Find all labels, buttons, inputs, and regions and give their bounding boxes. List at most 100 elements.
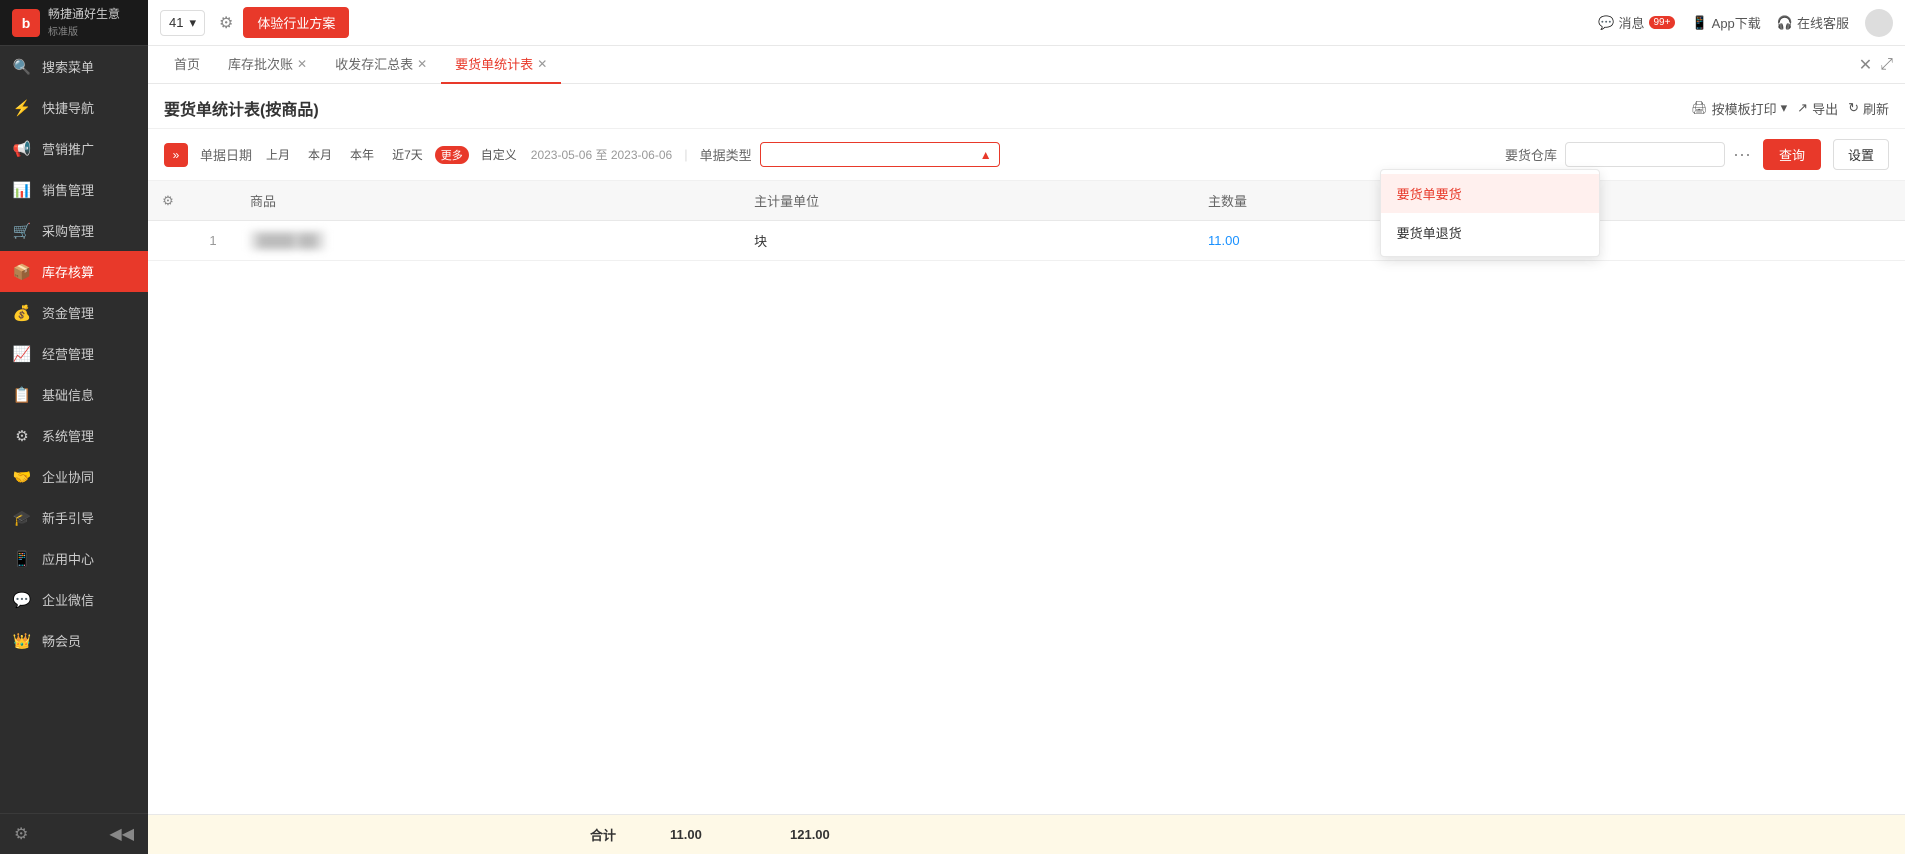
print-template-btn[interactable]: 🖨 按模板打印 ▾: [1691, 99, 1787, 118]
sidebar: b 畅捷通好生意 标准版 🔍 搜索菜单 ⚡ 快捷导航 📢 营销推广 📊 销售管理…: [0, 0, 148, 854]
footer-quantity-total: 11.00: [670, 827, 790, 842]
footer-amount-total: 121.00: [790, 827, 830, 842]
close-tab-inventory-batch[interactable]: ✕: [297, 57, 307, 71]
table-header-row: ⚙ 商品 主计量单位 主数量 零售金额: [148, 181, 1905, 221]
shortcut-custom[interactable]: 自定义: [475, 144, 523, 165]
date-range-text: 2023-05-06 至 2023-06-06: [531, 146, 672, 163]
tab-shipment-summary[interactable]: 收发存汇总表 ✕: [321, 46, 441, 84]
inventory-icon: 📦: [12, 263, 32, 281]
tab-order-stats[interactable]: 要货单统计表 ✕: [441, 46, 561, 84]
sidebar-item-vip[interactable]: 👑 畅会员: [0, 620, 148, 661]
online-service-item[interactable]: 🎧 在线客服: [1777, 13, 1849, 32]
sidebar-item-finance[interactable]: 💰 资金管理: [0, 292, 148, 333]
guide-icon: 🎓: [12, 509, 32, 527]
wechat-icon: 💬: [12, 591, 32, 609]
query-button[interactable]: 查询: [1763, 139, 1821, 170]
sidebar-item-enterprise[interactable]: 🤝 企业协同: [0, 456, 148, 497]
system-icon: ⚙: [12, 427, 32, 445]
footer-total-label: 合计: [590, 825, 670, 844]
table-container: ⚙ 商品 主计量单位 主数量 零售金额 1: [148, 181, 1905, 814]
row-num: 1: [188, 221, 238, 261]
sidebar-item-sales[interactable]: 📊 销售管理: [0, 169, 148, 210]
date-label: 单据日期: [200, 145, 252, 164]
enterprise-icon: 🤝: [12, 468, 32, 486]
warehouse-more-icon[interactable]: ···: [1733, 144, 1751, 165]
app-download-item[interactable]: 📱 App下载: [1691, 13, 1760, 32]
finance-icon: 💰: [12, 304, 32, 322]
topbar-right: 💬 消息 99+ 📱 App下载 🎧 在线客服: [1598, 9, 1893, 37]
export-btn[interactable]: ↗ 导出: [1797, 99, 1838, 118]
col-settings[interactable]: ⚙: [148, 181, 188, 221]
tabs-right-actions: ✕ ⤢: [1859, 55, 1893, 75]
company-dropdown-icon: ▾: [189, 15, 196, 31]
sidebar-item-marketing[interactable]: 📢 营销推广: [0, 128, 148, 169]
sidebar-item-guide[interactable]: 🎓 新手引导: [0, 497, 148, 538]
message-icon: 💬: [1598, 15, 1614, 31]
settings-button[interactable]: 设置: [1833, 139, 1889, 170]
company-selector[interactable]: 41 ▾: [160, 10, 205, 36]
close-tab-shipment-summary[interactable]: ✕: [417, 57, 427, 71]
filter-expand-btn[interactable]: »: [164, 143, 188, 167]
content-area: 要货单统计表(按商品) 🖨 按模板打印 ▾ ↗ 导出 ↻ 刷新: [148, 84, 1905, 854]
table-row: 1 ████ ██ 块 11.00 121.00: [148, 221, 1905, 261]
sidebar-item-quick-nav[interactable]: ⚡ 快捷导航: [0, 87, 148, 128]
refresh-btn[interactable]: ↻ 刷新: [1848, 99, 1889, 118]
sidebar-item-system[interactable]: ⚙ 系统管理: [0, 415, 148, 456]
shortcut-7days[interactable]: 近7天: [386, 144, 429, 165]
headset-icon: 🎧: [1777, 15, 1793, 31]
warehouse-input[interactable]: [1565, 142, 1725, 167]
collapse-icon[interactable]: ◀◀: [109, 824, 134, 844]
tab-close-all-icon[interactable]: ✕: [1859, 55, 1872, 75]
row-goods: ████ ██: [238, 221, 742, 261]
topbar-gear-icon[interactable]: ⚙: [219, 13, 233, 33]
settings-icon[interactable]: ⚙: [14, 824, 28, 844]
shortcut-this-month[interactable]: 本月: [302, 144, 338, 165]
print-icon: 🖨: [1691, 100, 1708, 116]
date-filter-section: 单据日期 上月 本月 本年 近7天 更多 自定义 2023-05-06 至 20…: [200, 144, 672, 165]
sidebar-item-basic[interactable]: 📋 基础信息: [0, 374, 148, 415]
sidebar-item-app-center[interactable]: 📱 应用中心: [0, 538, 148, 579]
shortcut-last-month[interactable]: 上月: [260, 144, 296, 165]
filter-divider-1: |: [684, 147, 687, 162]
main-area: 41 ▾ ⚙ 体验行业方案 💬 消息 99+ 📱 App下载 🎧 在线客服: [148, 0, 1905, 854]
operations-icon: 📈: [12, 345, 32, 363]
sales-icon: 📊: [12, 181, 32, 199]
industry-button[interactable]: 体验行业方案: [243, 7, 349, 38]
sidebar-item-inventory[interactable]: 📦 库存核算: [0, 251, 148, 292]
table-head: ⚙ 商品 主计量单位 主数量 零售金额: [148, 181, 1905, 221]
sidebar-item-search[interactable]: 🔍 搜索菜单: [0, 46, 148, 87]
tab-home[interactable]: 首页: [160, 46, 214, 84]
app-center-icon: 📱: [12, 550, 32, 568]
table-body: 1 ████ ██ 块 11.00 121.00: [148, 221, 1905, 261]
app-download-icon: 📱: [1691, 15, 1707, 31]
type-select-arrow-icon[interactable]: ▲: [980, 148, 992, 162]
close-tab-order-stats[interactable]: ✕: [537, 57, 547, 71]
warehouse-filter-section: 要货仓库 ···: [1505, 142, 1751, 167]
company-num: 41: [169, 15, 183, 30]
data-table: ⚙ 商品 主计量单位 主数量 零售金额 1: [148, 181, 1905, 261]
table-footer: 合计 11.00 121.00: [148, 814, 1905, 854]
basic-icon: 📋: [12, 386, 32, 404]
print-dropdown-icon: ▾: [1781, 100, 1788, 116]
type-label: 单据类型: [700, 145, 752, 164]
tab-expand-icon[interactable]: ⤢: [1880, 56, 1893, 74]
shortcut-more[interactable]: 更多: [435, 146, 469, 164]
refresh-icon: ↻: [1848, 100, 1859, 116]
tab-inventory-batch[interactable]: 库存批次账 ✕: [214, 46, 321, 84]
page: 要货单统计表(按商品) 🖨 按模板打印 ▾ ↗ 导出 ↻ 刷新: [148, 84, 1905, 854]
type-select-input[interactable]: [760, 142, 1000, 167]
shortcut-this-year[interactable]: 本年: [344, 144, 380, 165]
message-item[interactable]: 💬 消息 99+: [1598, 13, 1675, 32]
sidebar-item-operations[interactable]: 📈 经营管理: [0, 333, 148, 374]
tabs-bar: 首页 库存批次账 ✕ 收发存汇总表 ✕ 要货单统计表 ✕ ✕ ⤢: [148, 46, 1905, 84]
sidebar-nav: 🔍 搜索菜单 ⚡ 快捷导航 📢 营销推广 📊 销售管理 🛒 采购管理 📦 库存核…: [0, 46, 148, 813]
sidebar-item-wechat[interactable]: 💬 企业微信: [0, 579, 148, 620]
dropdown-item-order-return[interactable]: 要货单退货: [1381, 213, 1599, 252]
user-avatar[interactable]: [1865, 9, 1893, 37]
export-icon: ↗: [1797, 100, 1808, 116]
type-dropdown-menu: 要货单要货 要货单退货: [1380, 169, 1600, 257]
dropdown-item-order-goods[interactable]: 要货单要货: [1381, 174, 1599, 213]
vip-icon: 👑: [12, 632, 32, 650]
filter-bar: » 单据日期 上月 本月 本年 近7天 更多 自定义 2023-05-06 至 …: [148, 129, 1905, 181]
sidebar-item-purchase[interactable]: 🛒 采购管理: [0, 210, 148, 251]
